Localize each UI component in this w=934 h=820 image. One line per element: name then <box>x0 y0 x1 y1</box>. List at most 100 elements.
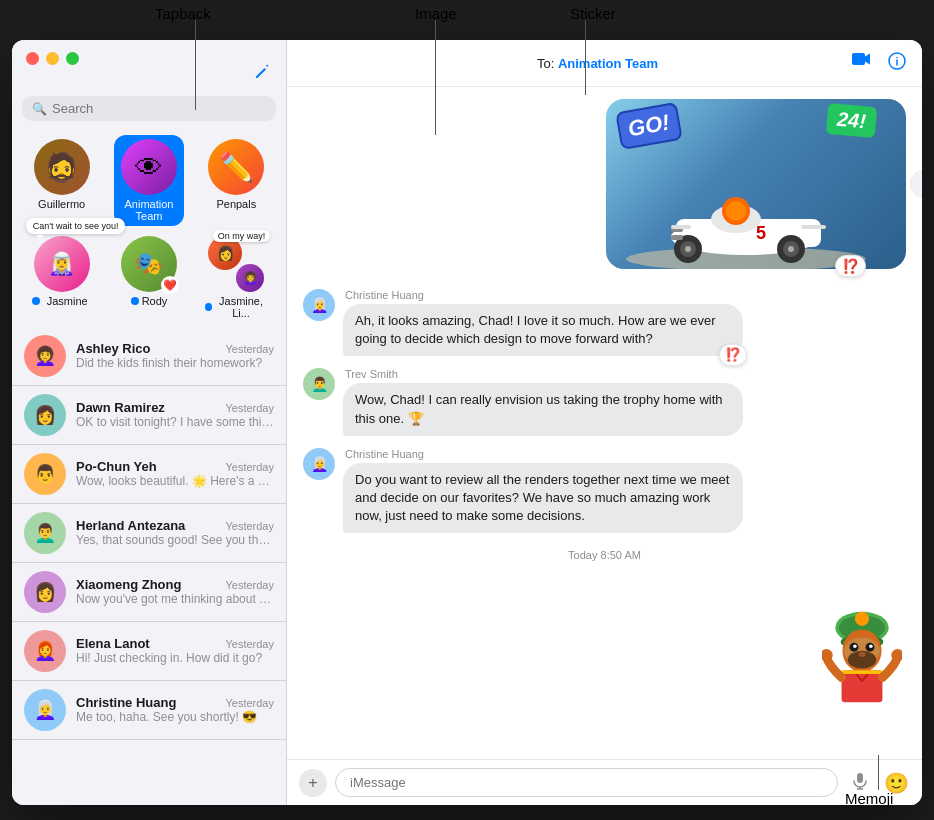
conversation-herland[interactable]: 👨‍🦱 Herland Antezana Yesterday Yes, that… <box>12 504 286 563</box>
sticker-annotation: Sticker <box>570 5 616 22</box>
svg-point-8 <box>726 201 746 221</box>
rody-heart-badge: ❤️ <box>161 276 179 294</box>
chat-header: To: Animation Team <box>287 40 922 87</box>
pochun-preview: Wow, looks beautiful. 🌟 Here's a photo o… <box>76 474 274 490</box>
sidebar-header <box>12 40 286 92</box>
rody-name: Rody <box>142 295 168 307</box>
christine-sender-label2: Christine Huang <box>345 448 743 460</box>
search-input[interactable] <box>52 101 266 116</box>
svg-rect-17 <box>671 235 683 240</box>
conversation-christine[interactable]: 👩‍🦳 Christine Huang Yesterday Me too, ha… <box>12 681 286 740</box>
elena-name: Elena Lanot <box>76 636 150 651</box>
image-message-container: 5 GO! 24! <box>303 99 906 269</box>
emoji-button[interactable]: 🙂 <box>882 769 910 797</box>
herland-content: Herland Antezana Yesterday Yes, that sou… <box>76 518 274 549</box>
svg-rect-32 <box>842 670 883 702</box>
dawn-preview: OK to visit tonight? I have some things … <box>76 415 274 431</box>
image-tapback-badge: ⁉️ <box>835 255 866 277</box>
christine-time: Yesterday <box>225 697 274 709</box>
xiaomeng-preview: Now you've got me thinking about my next… <box>76 592 274 608</box>
animation-team-name: Animation Team <box>118 198 180 222</box>
penpals-avatar: ✏️ <box>208 139 264 195</box>
video-call-icon[interactable] <box>852 52 872 74</box>
pinned-contact-rody[interactable]: 🎭 ❤️ Rody <box>114 232 184 323</box>
christine-bubble-content1: Christine Huang Ah, it looks amazing, Ch… <box>343 289 743 356</box>
chat-header-icons <box>852 52 906 74</box>
message-input[interactable] <box>335 768 838 797</box>
svg-point-11 <box>685 246 691 252</box>
message-input-bar: + 🙂 <box>287 759 922 805</box>
christine-bubble1: Ah, it looks amazing, Chad! I love it so… <box>343 304 743 356</box>
sidebar: 🔍 🧔 Guillermo 👁 Animation Team ✏️ Penpal… <box>12 40 287 805</box>
conversation-xiaomeng[interactable]: 👩 Xiaomeng Zhong Yesterday Now you've go… <box>12 563 286 622</box>
memoji-figure <box>822 607 902 707</box>
jasmineli-speech-bubble: On my way! <box>213 230 271 242</box>
pinned-contact-jasmine[interactable]: Can't wait to see you! 🧝‍♀️ Jasmine <box>27 232 97 323</box>
svg-point-31 <box>858 652 865 657</box>
add-button[interactable]: + <box>299 769 327 797</box>
pinned-contact-animation-team[interactable]: 👁 Animation Team <box>114 135 184 226</box>
svg-point-28 <box>853 645 857 649</box>
pochun-time: Yesterday <box>225 461 274 473</box>
christine-sender-label1: Christine Huang <box>345 289 743 301</box>
svg-point-2 <box>896 57 898 59</box>
svg-text:5: 5 <box>756 223 766 243</box>
ashley-preview: Did the kids finish their homework? <box>76 356 274 372</box>
ashley-avatar: 👩‍🦱 <box>24 335 66 377</box>
animation-team-avatar: 👁 <box>121 139 177 195</box>
pinned-contacts-row2: Can't wait to see you! 🧝‍♀️ Jasmine 🎭 <box>12 232 286 327</box>
search-bar[interactable]: 🔍 <box>22 96 276 121</box>
chat-recipient-name: Animation Team <box>558 56 658 71</box>
herland-name: Herland Antezana <box>76 518 185 533</box>
svg-point-29 <box>869 645 873 649</box>
jasmineli-name: Jasmine, Li... <box>215 295 268 319</box>
penpals-name: Penpals <box>216 198 256 210</box>
christine-name-list: Christine Huang <box>76 695 176 710</box>
search-icon: 🔍 <box>32 102 47 116</box>
audio-button[interactable] <box>846 769 874 797</box>
close-button[interactable] <box>26 52 39 65</box>
christine-tapback: ⁉️ <box>719 344 747 366</box>
pinned-contact-guillermo[interactable]: 🧔 Guillermo <box>27 135 97 226</box>
conversation-elena[interactable]: 👩‍🦰 Elena Lanot Yesterday Hi! Just check… <box>12 622 286 681</box>
ashley-name: Ashley Rico <box>76 341 150 356</box>
dawn-name: Dawn Ramirez <box>76 400 165 415</box>
minimize-button[interactable] <box>46 52 59 65</box>
pinned-contact-jasmineli[interactable]: 👩 👩‍🦱 On my way! Jasmine, Li... <box>201 232 271 323</box>
trev-sender-label: Trev Smith <box>345 368 743 380</box>
xiaomeng-avatar: 👩 <box>24 571 66 613</box>
christine-avatar: 👩‍🦳 <box>303 289 335 321</box>
share-button[interactable]: ↑ <box>910 170 922 198</box>
elena-preview: Hi! Just checking in. How did it go? <box>76 651 274 667</box>
jasmine-avatar: Can't wait to see you! 🧝‍♀️ <box>34 236 90 292</box>
christine-content: Christine Huang Yesterday Me too, haha. … <box>76 695 274 726</box>
dawn-time: Yesterday <box>225 402 274 414</box>
christine-preview: Me too, haha. See you shortly! 😎 <box>76 710 274 726</box>
svg-rect-36 <box>857 773 863 783</box>
chat-panel: To: Animation Team <box>287 40 922 805</box>
compose-button[interactable] <box>250 60 274 84</box>
conversation-pochun[interactable]: 👨 Po-Chun Yeh Yesterday Wow, looks beaut… <box>12 445 286 504</box>
traffic-lights <box>26 52 79 65</box>
ashley-content: Ashley Rico Yesterday Did the kids finis… <box>76 341 274 372</box>
christine-avatar2: 👩‍🦳 <box>303 448 335 480</box>
pinned-contact-penpals[interactable]: ✏️ Penpals <box>201 135 271 226</box>
ashley-time: Yesterday <box>225 343 274 355</box>
messages-window: 🔍 🧔 Guillermo 👁 Animation Team ✏️ Penpal… <box>12 40 922 805</box>
tapback-annotation: Tapback <box>155 5 211 22</box>
elena-content: Elena Lanot Yesterday Hi! Just checking … <box>76 636 274 667</box>
conversation-list: 👩‍🦱 Ashley Rico Yesterday Did the kids f… <box>12 327 286 805</box>
info-icon[interactable] <box>888 52 906 74</box>
maximize-button[interactable] <box>66 52 79 65</box>
conversation-dawn[interactable]: 👩 Dawn Ramirez Yesterday OK to visit ton… <box>12 386 286 445</box>
christine-avatar-list: 👩‍🦳 <box>24 689 66 731</box>
guillermo-avatar: 🧔 <box>34 139 90 195</box>
pochun-content: Po-Chun Yeh Yesterday Wow, looks beautif… <box>76 459 274 490</box>
svg-rect-0 <box>852 53 865 65</box>
christine-bubble-content2: Christine Huang Do you want to review al… <box>343 448 743 534</box>
conversation-ashley[interactable]: 👩‍🦱 Ashley Rico Yesterday Did the kids f… <box>12 327 286 386</box>
jasmine-speech-bubble: Can't wait to see you! <box>26 218 126 234</box>
timestamp: Today 8:50 AM <box>303 549 906 561</box>
xiaomeng-content: Xiaomeng Zhong Yesterday Now you've got … <box>76 577 274 608</box>
trev-bubble-content: Trev Smith Wow, Chad! I can really envis… <box>343 368 743 435</box>
